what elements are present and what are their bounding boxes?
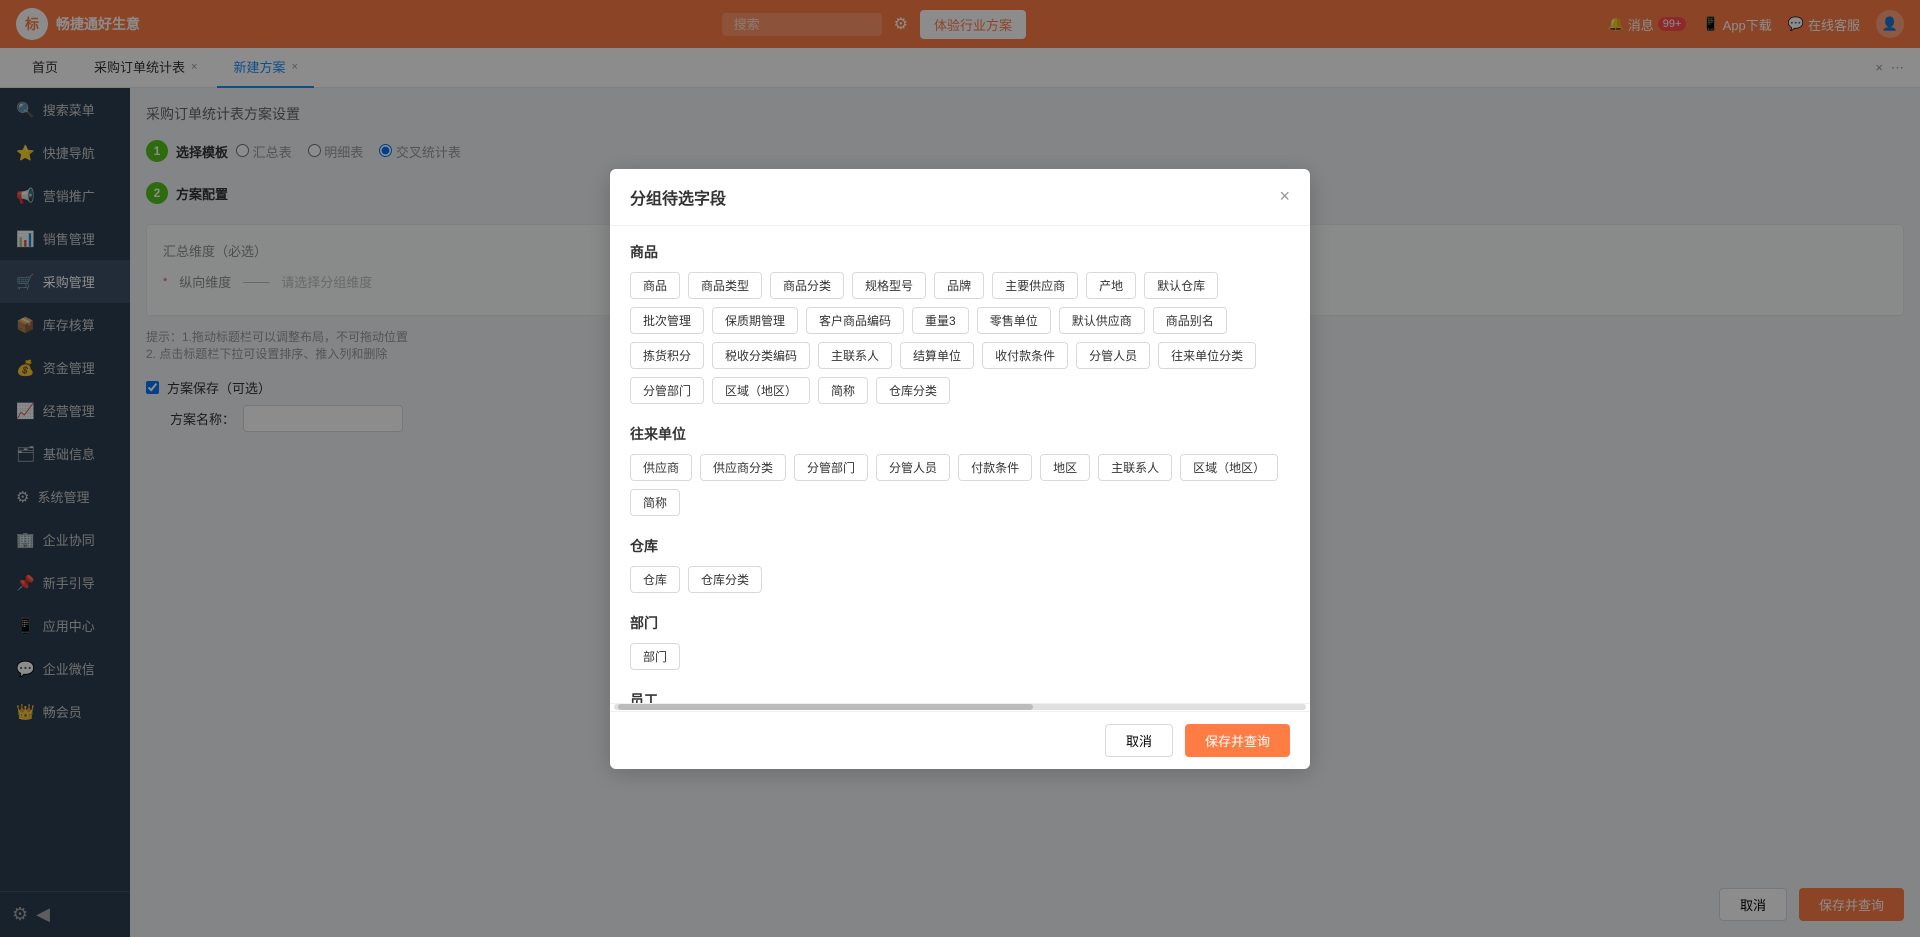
modal-title: 分组待选字段	[630, 185, 726, 209]
cat-partner-title: 往来单位	[630, 424, 1290, 444]
cat-partner: 往来单位 供应商 供应商分类 分管部门 分管人员 付款条件 地区 主联系人 区域…	[630, 424, 1290, 516]
tag-goods[interactable]: 商品	[630, 272, 680, 299]
hscroll-thumb[interactable]	[618, 704, 1033, 710]
tag-batch-mgmt[interactable]: 批次管理	[630, 307, 704, 334]
tag-alias[interactable]: 商品别名	[1153, 307, 1227, 334]
tag-partner-short[interactable]: 简称	[630, 489, 680, 516]
tag-weight[interactable]: 重量3	[912, 307, 969, 334]
tag-brand[interactable]: 品牌	[934, 272, 984, 299]
cat-goods-tags: 商品 商品类型 商品分类 规格型号 品牌 主要供应商 产地 默认仓库 批次管理 …	[630, 272, 1290, 404]
cat-warehouse: 仓库 仓库 仓库分类	[630, 536, 1290, 593]
tag-supplier-category[interactable]: 供应商分类	[700, 454, 786, 481]
modal-hscroll[interactable]	[610, 703, 1310, 710]
cat-partner-tags: 供应商 供应商分类 分管部门 分管人员 付款条件 地区 主联系人 区域（地区） …	[630, 454, 1290, 516]
tag-area[interactable]: 地区	[1040, 454, 1090, 481]
tag-partner-category[interactable]: 往来单位分类	[1158, 342, 1256, 369]
tag-dept[interactable]: 分管部门	[630, 377, 704, 404]
tag-warehouse-cat[interactable]: 仓库分类	[876, 377, 950, 404]
cat-staff-title: 员工	[630, 690, 1290, 704]
tag-default-warehouse[interactable]: 默认仓库	[1144, 272, 1218, 299]
tag-settle-unit[interactable]: 结算单位	[900, 342, 974, 369]
tag-customer-code[interactable]: 客户商品编码	[806, 307, 904, 334]
tag-manager[interactable]: 分管人员	[1076, 342, 1150, 369]
tag-short-name[interactable]: 简称	[818, 377, 868, 404]
tag-retail-unit[interactable]: 零售单位	[977, 307, 1051, 334]
tag-partner-manager[interactable]: 分管人员	[876, 454, 950, 481]
tag-goods-category[interactable]: 商品分类	[770, 272, 844, 299]
modal-header: 分组待选字段 ×	[610, 169, 1310, 226]
tag-tax-code[interactable]: 税收分类编码	[712, 342, 810, 369]
cat-dept: 部门 部门	[630, 613, 1290, 670]
tag-department[interactable]: 部门	[630, 643, 680, 670]
cat-dept-title: 部门	[630, 613, 1290, 633]
tag-origin[interactable]: 产地	[1086, 272, 1136, 299]
tag-payment-term[interactable]: 收付款条件	[982, 342, 1068, 369]
tag-partner-contact[interactable]: 主联系人	[1098, 454, 1172, 481]
cat-warehouse-title: 仓库	[630, 536, 1290, 556]
tag-goods-type[interactable]: 商品类型	[688, 272, 762, 299]
cat-goods: 商品 商品 商品类型 商品分类 规格型号 品牌 主要供应商 产地 默认仓库 批次…	[630, 242, 1290, 404]
modal-body: 商品 商品 商品类型 商品分类 规格型号 品牌 主要供应商 产地 默认仓库 批次…	[610, 226, 1310, 704]
tag-warehouse[interactable]: 仓库	[630, 566, 680, 593]
tag-region[interactable]: 区域（地区）	[712, 377, 810, 404]
modal-cancel-button[interactable]: 取消	[1105, 724, 1173, 757]
tag-main-contact[interactable]: 主联系人	[818, 342, 892, 369]
tag-warehouse-class[interactable]: 仓库分类	[688, 566, 762, 593]
tag-spec-model[interactable]: 规格型号	[852, 272, 926, 299]
cat-goods-title: 商品	[630, 242, 1290, 262]
tag-main-supplier[interactable]: 主要供应商	[992, 272, 1078, 299]
tag-partner-region[interactable]: 区域（地区）	[1180, 454, 1278, 481]
tag-supplier[interactable]: 供应商	[630, 454, 692, 481]
tag-partner-dept[interactable]: 分管部门	[794, 454, 868, 481]
modal-close-button[interactable]: ×	[1279, 186, 1290, 207]
modal-dialog: 分组待选字段 × 商品 商品 商品类型 商品分类 规格型号 品牌 主要供应商 产…	[610, 169, 1310, 769]
tag-shelf-life[interactable]: 保质期管理	[712, 307, 798, 334]
tag-pick-score[interactable]: 拣货积分	[630, 342, 704, 369]
modal-save-button[interactable]: 保存并查询	[1185, 724, 1290, 757]
modal-overlay: 分组待选字段 × 商品 商品 商品类型 商品分类 规格型号 品牌 主要供应商 产…	[0, 0, 1920, 937]
cat-dept-tags: 部门	[630, 643, 1290, 670]
cat-warehouse-tags: 仓库 仓库分类	[630, 566, 1290, 593]
tag-payment-condition[interactable]: 付款条件	[958, 454, 1032, 481]
tag-default-supplier[interactable]: 默认供应商	[1059, 307, 1145, 334]
modal-footer: 取消 保存并查询	[610, 711, 1310, 769]
cat-staff: 员工 业务员	[630, 690, 1290, 704]
hscroll-track	[614, 704, 1306, 710]
